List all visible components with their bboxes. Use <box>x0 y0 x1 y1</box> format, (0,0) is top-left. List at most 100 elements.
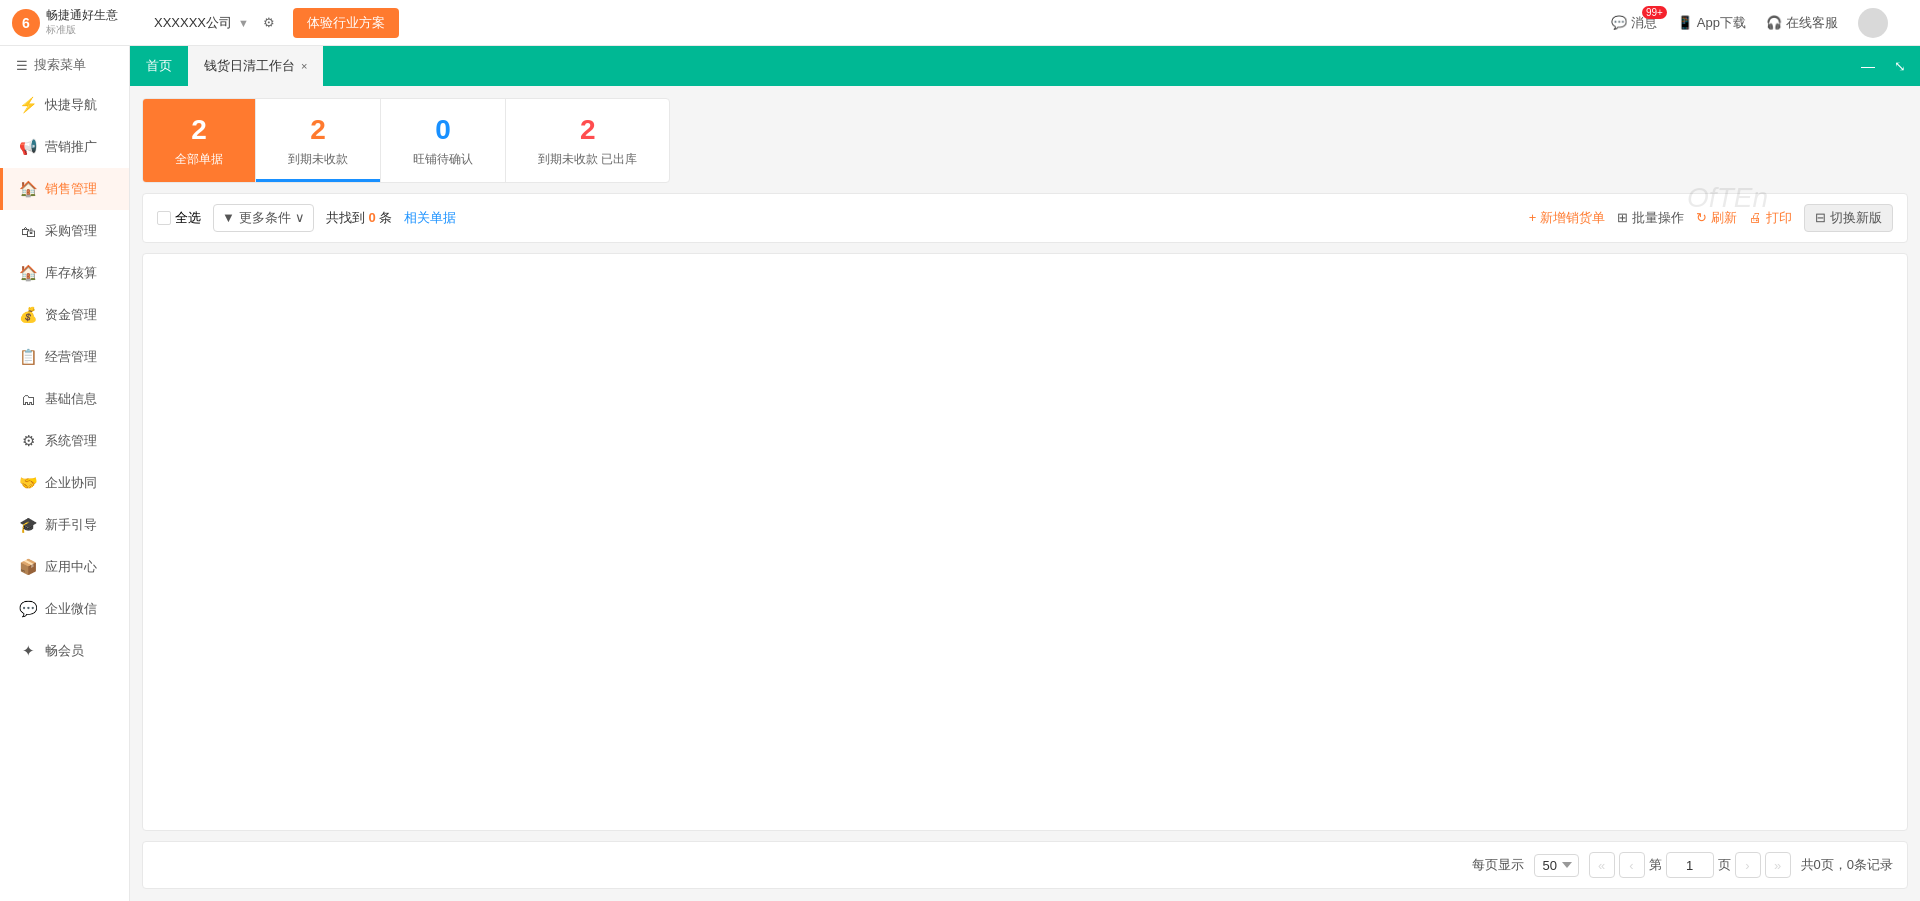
found-count: 0 <box>369 210 376 225</box>
print-icon: 🖨 <box>1749 210 1762 225</box>
stat-label-wangpu: 旺铺待确认 <box>413 151 473 168</box>
app-logo: 6 <box>12 9 40 37</box>
stat-card-overdue-shipped[interactable]: 2 到期未收款 已出库 <box>506 99 669 182</box>
sidebar-item-capital[interactable]: 💰 资金管理 <box>0 294 129 336</box>
quick-nav-icon: ⚡ <box>19 96 37 114</box>
stat-card-wangpu[interactable]: 0 旺铺待确认 <box>381 99 506 182</box>
sidebar-item-inventory[interactable]: 🏠 库存核算 <box>0 252 129 294</box>
basic-icon: 🗂 <box>19 390 37 408</box>
company-area[interactable]: XXXXXX公司 ▼ <box>154 14 249 32</box>
member-icon: ✦ <box>19 642 37 660</box>
sidebar-item-basic[interactable]: 🗂 基础信息 <box>0 378 129 420</box>
app-name: 畅捷通好生意 <box>46 8 118 24</box>
purchase-icon: 🛍 <box>19 222 37 240</box>
sidebar-item-operations[interactable]: 📋 经营管理 <box>0 336 129 378</box>
filter-arrow-icon: ∨ <box>295 210 305 225</box>
company-dropdown-icon: ▼ <box>238 17 249 29</box>
tab-home-label: 首页 <box>146 57 172 75</box>
message-badge: 99+ <box>1642 6 1667 19</box>
toolbar: 全选 ▼ 更多条件 ∨ 共找到 0 条 相关单据 + 新增销货单 <box>142 193 1908 243</box>
stat-card-overdue[interactable]: 2 到期未收款 <box>256 99 381 182</box>
switch-version-btn[interactable]: ⊟ 切换新版 <box>1804 204 1893 232</box>
tab-current[interactable]: 钱货日清工作台 × <box>188 46 323 86</box>
next-page-btn[interactable]: › <box>1735 852 1761 878</box>
tab-close-btn[interactable]: × <box>301 60 307 72</box>
related-link[interactable]: 相关单据 <box>404 209 456 227</box>
page-size-select[interactable]: 50 <box>1534 854 1579 877</box>
sidebar-item-wechat[interactable]: 💬 企业微信 <box>0 588 129 630</box>
tab-minimize-btn[interactable]: — <box>1856 54 1880 78</box>
pagination-bar: 每页显示 50 « ‹ 第 页 › » 共0页，0条记录 <box>142 841 1908 889</box>
avatar[interactable] <box>1858 8 1888 38</box>
tab-bar: 首页 钱货日清工作台 × — ⤡ <box>130 46 1920 86</box>
sidebar-item-marketing[interactable]: 📢 营销推广 <box>0 126 129 168</box>
marketing-icon: 📢 <box>19 138 37 156</box>
top-header: 6 畅捷通好生意 标准版 XXXXXX公司 ▼ ⚙ 体验行业方案 💬 消息 99… <box>0 0 1920 46</box>
page-nav: « ‹ 第 页 › » <box>1589 852 1791 878</box>
wechat-icon: 💬 <box>19 600 37 618</box>
tab-current-label: 钱货日清工作台 <box>204 57 295 75</box>
stat-num-wangpu: 0 <box>413 113 473 147</box>
header-right: 💬 消息 99+ 📱 App下载 🎧 在线客服 <box>1611 8 1908 38</box>
checkbox-icon <box>157 211 171 225</box>
found-text: 共找到 0 条 <box>326 209 392 227</box>
experience-btn[interactable]: 体验行业方案 <box>293 8 399 38</box>
page-number-input[interactable] <box>1666 852 1714 878</box>
app-edition: 标准版 <box>46 23 118 37</box>
print-btn[interactable]: 🖨 打印 <box>1749 209 1792 227</box>
stat-underline-overdue <box>256 179 380 182</box>
add-sales-order-btn[interactable]: + 新增销货单 <box>1529 209 1605 227</box>
batch-operation-btn[interactable]: ⊞ 批量操作 <box>1617 209 1684 227</box>
stat-label-overdue-shipped: 到期未收款 已出库 <box>538 151 637 168</box>
system-icon: ⚙ <box>19 432 37 450</box>
page-input-area: 第 页 <box>1649 852 1731 878</box>
stat-num-overdue: 2 <box>288 113 348 147</box>
select-all-checkbox[interactable]: 全选 <box>157 209 201 227</box>
more-filter-btn[interactable]: ▼ 更多条件 ∨ <box>213 204 314 232</box>
stat-num-all: 2 <box>175 113 223 147</box>
refresh-icon: ↻ <box>1696 210 1707 225</box>
logo-area: 6 畅捷通好生意 标准版 <box>12 8 142 38</box>
online-service-btn[interactable]: 🎧 在线客服 <box>1766 14 1838 32</box>
sidebar-item-purchase[interactable]: 🛍 采购管理 <box>0 210 129 252</box>
operations-icon: 📋 <box>19 348 37 366</box>
last-page-btn[interactable]: » <box>1765 852 1791 878</box>
stat-num-overdue-shipped: 2 <box>538 113 637 147</box>
toolbar-left: 全选 ▼ 更多条件 ∨ 共找到 0 条 相关单据 <box>157 204 1517 232</box>
main-layout: ☰ 搜索菜单 ⚡ 快捷导航 📢 营销推广 🏠 销售管理 🛍 采购管理 🏠 库存核… <box>0 46 1920 901</box>
sidebar-item-enterprise[interactable]: 🤝 企业协同 <box>0 462 129 504</box>
message-btn[interactable]: 💬 消息 99+ <box>1611 14 1657 32</box>
stat-label-overdue: 到期未收款 <box>288 151 348 168</box>
page-suffix-label: 页 <box>1718 856 1731 874</box>
inventory-icon: 🏠 <box>19 264 37 282</box>
stat-card-all[interactable]: 2 全部单据 <box>143 99 256 182</box>
sidebar-item-sales[interactable]: 🏠 销售管理 <box>0 168 129 210</box>
sidebar-item-member[interactable]: ✦ 畅会员 <box>0 630 129 672</box>
sidebar-item-system[interactable]: ⚙ 系统管理 <box>0 420 129 462</box>
sidebar: ☰ 搜索菜单 ⚡ 快捷导航 📢 营销推广 🏠 销售管理 🛍 采购管理 🏠 库存核… <box>0 46 130 901</box>
sidebar-item-appstore[interactable]: 📦 应用中心 <box>0 546 129 588</box>
tab-maximize-btn[interactable]: ⤡ <box>1888 54 1912 78</box>
select-all-label: 全选 <box>175 209 201 227</box>
tab-home[interactable]: 首页 <box>130 46 188 86</box>
company-name: XXXXXX公司 <box>154 14 232 32</box>
appstore-icon: 📦 <box>19 558 37 576</box>
message-icon: 💬 <box>1611 15 1627 30</box>
page-prefix-label: 第 <box>1649 856 1662 874</box>
settings-button[interactable]: ⚙ <box>257 11 281 35</box>
sidebar-item-quick-nav[interactable]: ⚡ 快捷导航 <box>0 84 129 126</box>
prev-page-btn[interactable]: ‹ <box>1619 852 1645 878</box>
sales-icon: 🏠 <box>19 180 37 198</box>
batch-icon: ⊞ <box>1617 210 1628 225</box>
content-area: 首页 钱货日清工作台 × — ⤡ 2 全部单据 2 到期未收款 <box>130 46 1920 901</box>
sidebar-item-guide[interactable]: 🎓 新手引导 <box>0 504 129 546</box>
capital-icon: 💰 <box>19 306 37 324</box>
app-download-btn[interactable]: 📱 App下载 <box>1677 14 1746 32</box>
stats-cards: 2 全部单据 2 到期未收款 0 旺铺待确认 2 到期未收款 已出库 <box>142 98 670 183</box>
switch-icon: ⊟ <box>1815 210 1826 225</box>
refresh-btn[interactable]: ↻ 刷新 <box>1696 209 1737 227</box>
search-icon: ☰ <box>16 58 28 73</box>
filter-icon: ▼ <box>222 210 235 225</box>
first-page-btn[interactable]: « <box>1589 852 1615 878</box>
search-menu-item[interactable]: ☰ 搜索菜单 <box>0 46 129 84</box>
